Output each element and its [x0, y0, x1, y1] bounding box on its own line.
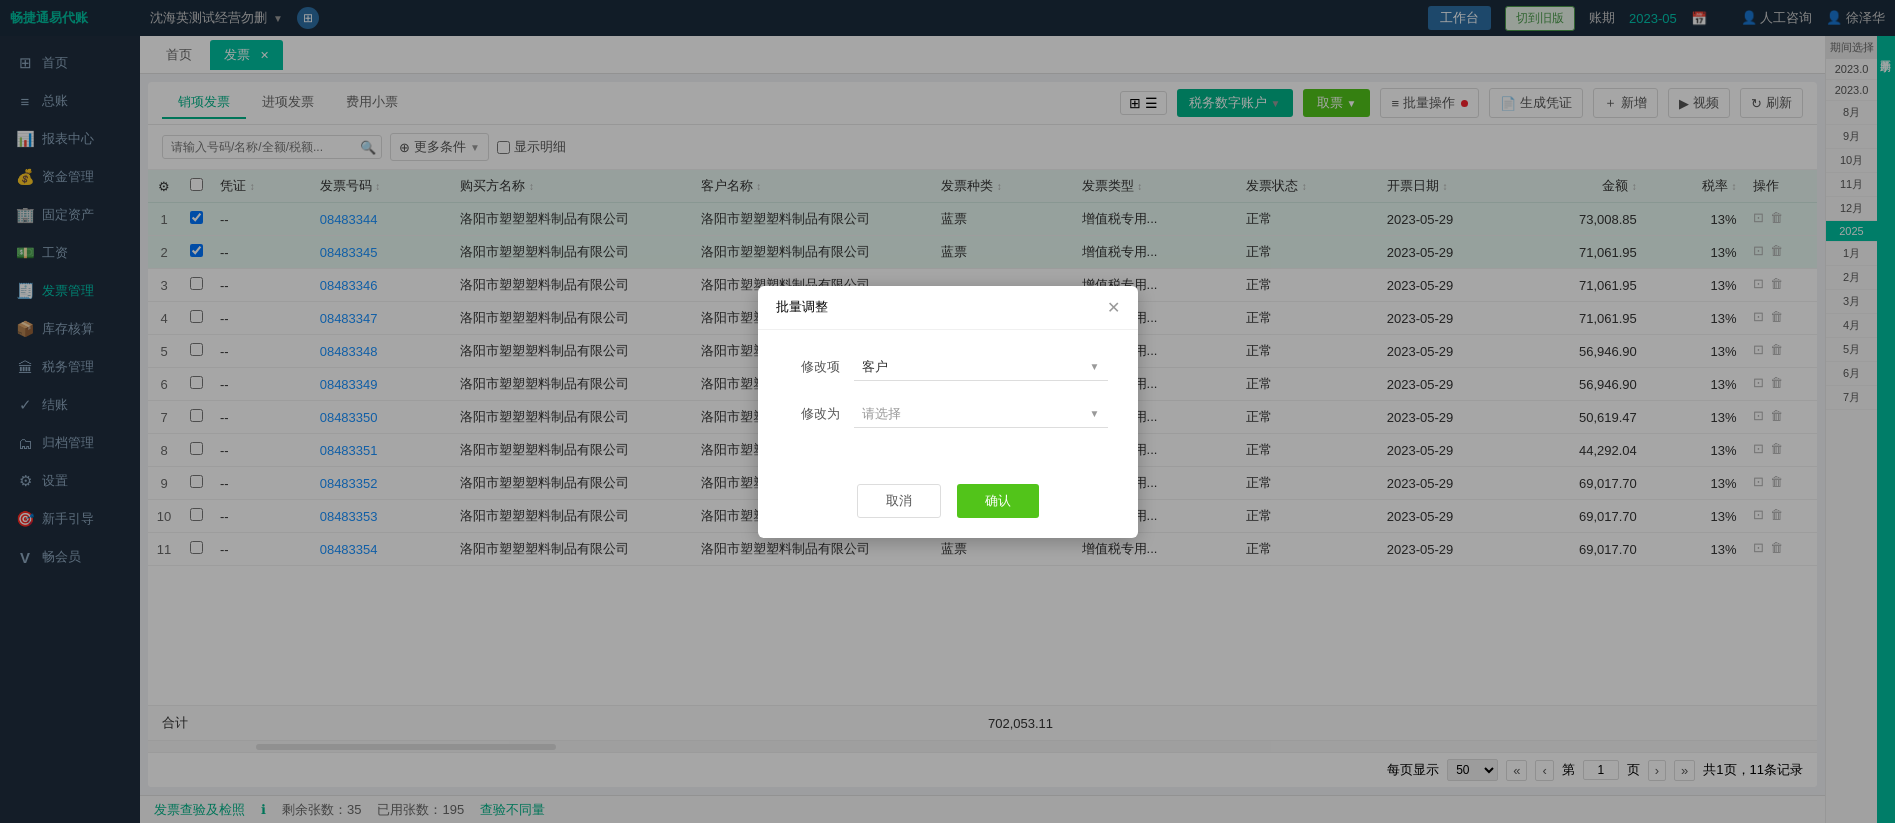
modal-confirm-button[interactable]: 确认 — [957, 484, 1039, 518]
modify-item-value: 客户 — [862, 358, 888, 376]
modal-header: 批量调整 ✕ — [758, 286, 1138, 330]
modal-close-button[interactable]: ✕ — [1107, 298, 1120, 317]
batch-adjust-modal: 批量调整 ✕ 修改项 客户 ▼ 修改为 请选择 ▼ 取消 确认 — [758, 286, 1138, 538]
modal-footer: 取消 确认 — [758, 472, 1138, 538]
modify-item-select[interactable]: 客户 ▼ — [854, 354, 1108, 381]
modal-overlay[interactable]: 批量调整 ✕ 修改项 客户 ▼ 修改为 请选择 ▼ 取消 确认 — [0, 0, 1895, 823]
modify-item-chevron-icon: ▼ — [1090, 361, 1100, 372]
modal-title: 批量调整 — [776, 298, 828, 316]
modify-item-label: 修改项 — [788, 358, 840, 376]
modify-to-label: 修改为 — [788, 405, 840, 423]
modal-modify-item-row: 修改项 客户 ▼ — [788, 354, 1108, 381]
modal-modify-to-row: 修改为 请选择 ▼ — [788, 401, 1108, 428]
modal-cancel-button[interactable]: 取消 — [857, 484, 941, 518]
modify-to-select[interactable]: 请选择 ▼ — [854, 401, 1108, 428]
modal-body: 修改项 客户 ▼ 修改为 请选择 ▼ — [758, 330, 1138, 472]
modify-to-chevron-icon: ▼ — [1090, 408, 1100, 419]
modify-to-placeholder: 请选择 — [862, 405, 901, 423]
